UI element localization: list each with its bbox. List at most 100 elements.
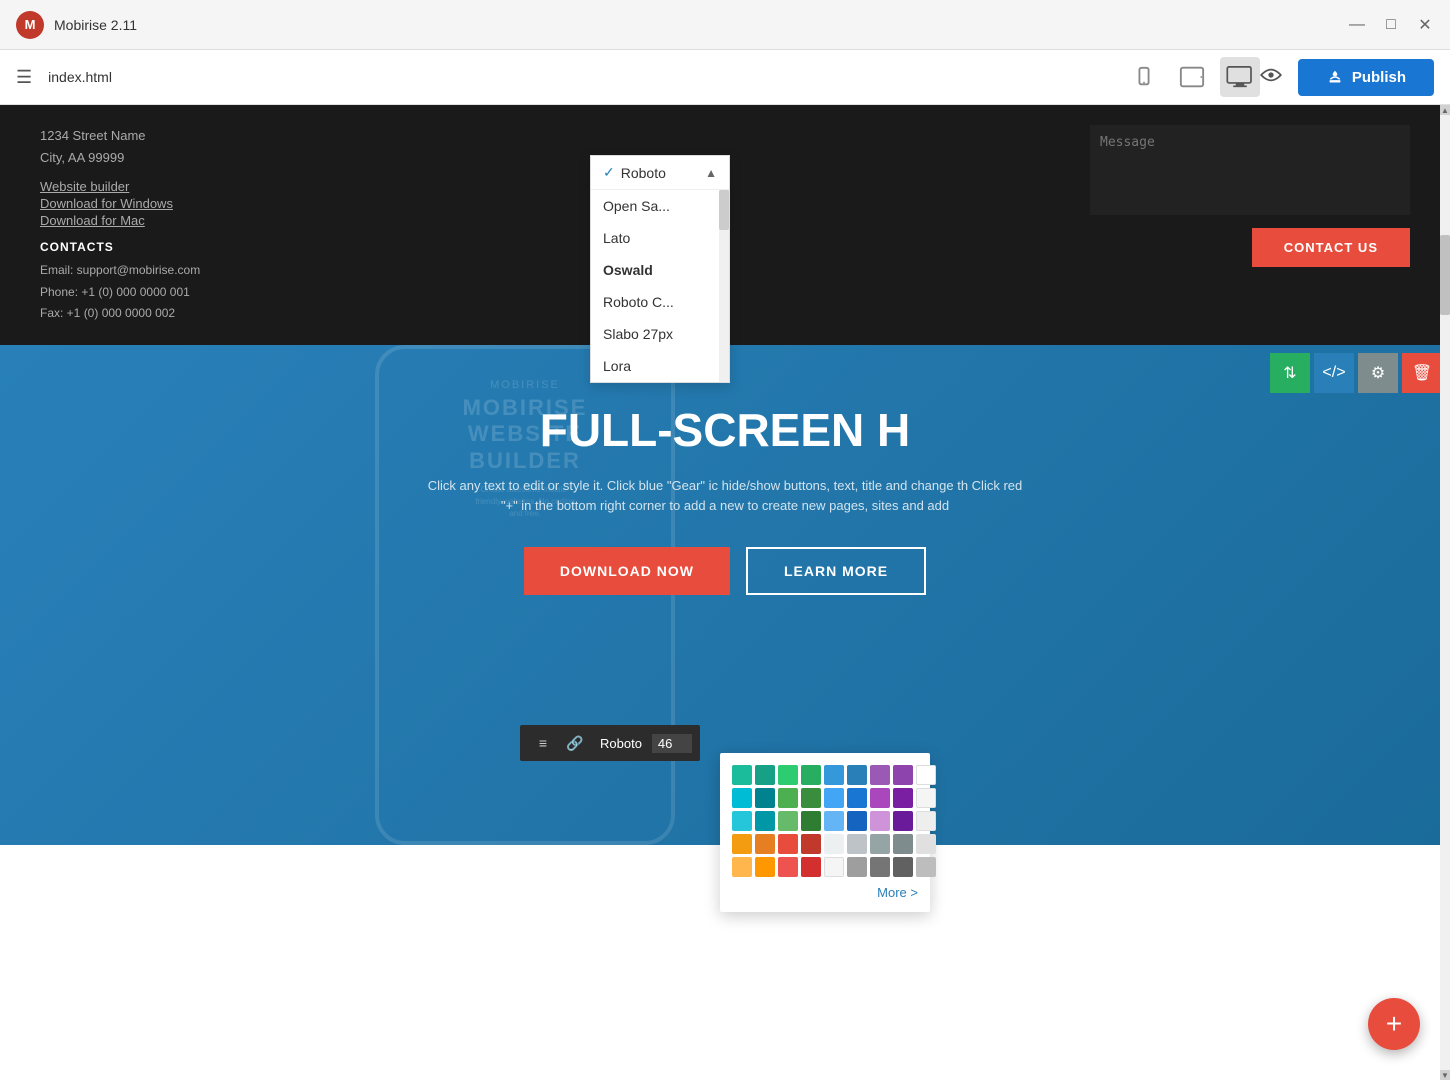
font-option-roboto-condensed[interactable]: Roboto C... xyxy=(591,286,729,318)
color-swatch[interactable] xyxy=(893,811,913,831)
color-swatch[interactable] xyxy=(847,857,867,877)
color-swatch[interactable] xyxy=(801,834,821,854)
scrollbar-thumb[interactable] xyxy=(1440,235,1450,315)
main-toolbar: ☰ index.html Publish xyxy=(0,50,1450,105)
desktop-view-button[interactable] xyxy=(1220,57,1260,97)
color-swatch[interactable] xyxy=(732,788,752,808)
font-size-input[interactable] xyxy=(652,734,692,753)
color-swatch[interactable] xyxy=(870,811,890,831)
color-swatch[interactable] xyxy=(893,788,913,808)
preview-area: ▲ ▼ 1234 Street Name City, AA 99999 Webs… xyxy=(0,105,1450,1080)
delete-section-button[interactable]: 🗑 xyxy=(1402,353,1442,393)
hamburger-menu-icon[interactable]: ☰ xyxy=(16,67,32,88)
color-swatch[interactable] xyxy=(847,788,867,808)
font-list-scrollthumb[interactable] xyxy=(719,190,729,230)
color-swatch[interactable] xyxy=(847,834,867,854)
app-icon: M xyxy=(16,11,44,39)
color-swatch[interactable] xyxy=(916,788,936,808)
download-now-button[interactable]: DOWNLOAD NOW xyxy=(524,547,730,595)
text-align-button[interactable]: ≡ xyxy=(528,729,558,757)
color-swatch[interactable] xyxy=(801,765,821,785)
move-section-button[interactable]: ⇅ xyxy=(1270,353,1310,393)
minimize-button[interactable]: — xyxy=(1348,16,1366,34)
font-dropdown: ✓ Roboto ▲ Open Sa... Lato Oswald Roboto… xyxy=(590,155,730,383)
color-swatch[interactable] xyxy=(916,834,936,854)
contact-us-button[interactable]: CONTACT US xyxy=(1252,228,1410,267)
insert-link-button[interactable]: 🔗 xyxy=(560,729,590,757)
color-swatch[interactable] xyxy=(801,857,821,877)
color-swatch[interactable] xyxy=(801,811,821,831)
color-swatch[interactable] xyxy=(824,765,844,785)
footer-address-col: 1234 Street Name City, AA 99999 Website … xyxy=(40,125,200,325)
color-picker: More > xyxy=(720,753,930,912)
footer-links: Website builder Download for Windows Dow… xyxy=(40,179,200,228)
color-swatch[interactable] xyxy=(824,857,844,877)
scroll-up-arrow[interactable]: ▲ xyxy=(1440,105,1450,115)
selected-font-name: Roboto xyxy=(621,165,666,181)
font-option-open-sans[interactable]: Open Sa... xyxy=(591,190,729,222)
color-swatch[interactable] xyxy=(870,788,890,808)
selected-font-display: ✓ Roboto xyxy=(603,164,666,181)
color-swatch[interactable] xyxy=(755,788,775,808)
add-section-fab[interactable]: + xyxy=(1368,998,1420,1050)
hero-buttons: DOWNLOAD NOW LEARN MORE xyxy=(40,547,1410,595)
color-swatch[interactable] xyxy=(916,765,936,785)
color-swatch[interactable] xyxy=(732,811,752,831)
color-swatch[interactable] xyxy=(824,788,844,808)
website-builder-link[interactable]: Website builder xyxy=(40,179,200,194)
download-mac-link[interactable]: Download for Mac xyxy=(40,213,200,228)
code-section-button[interactable]: </> xyxy=(1314,353,1354,393)
color-swatch[interactable] xyxy=(732,765,752,785)
color-swatch[interactable] xyxy=(893,834,913,854)
contacts-title: CONTACTS xyxy=(40,240,200,254)
checkmark-icon: ✓ xyxy=(603,164,615,181)
color-swatch[interactable] xyxy=(824,811,844,831)
close-button[interactable]: ✕ xyxy=(1416,16,1434,34)
font-option-oswald[interactable]: Oswald xyxy=(591,254,729,286)
color-swatch[interactable] xyxy=(801,788,821,808)
color-swatch[interactable] xyxy=(870,857,890,877)
scrollbar-track[interactable]: ▲ ▼ xyxy=(1440,105,1450,1080)
color-swatch[interactable] xyxy=(893,765,913,785)
color-swatch[interactable] xyxy=(778,811,798,831)
color-swatch[interactable] xyxy=(916,857,936,877)
color-swatch[interactable] xyxy=(824,834,844,854)
color-swatch[interactable] xyxy=(870,765,890,785)
titlebar: M Mobirise 2.11 — □ ✕ xyxy=(0,0,1450,50)
font-option-lora[interactable]: Lora xyxy=(591,350,729,382)
color-swatch[interactable] xyxy=(755,857,775,877)
color-swatch[interactable] xyxy=(847,765,867,785)
tablet-view-button[interactable] xyxy=(1172,57,1212,97)
preview-button[interactable] xyxy=(1260,66,1282,89)
color-swatch[interactable] xyxy=(778,765,798,785)
hero-title[interactable]: FULL-SCREEN H xyxy=(40,405,1410,456)
text-format-bar: ≡ 🔗 Roboto xyxy=(520,725,700,761)
maximize-button[interactable]: □ xyxy=(1382,16,1400,34)
color-swatch[interactable] xyxy=(778,788,798,808)
color-swatch[interactable] xyxy=(778,857,798,877)
dropdown-up-arrow[interactable]: ▲ xyxy=(705,166,717,180)
settings-section-button[interactable]: ⚙ xyxy=(1358,353,1398,393)
color-swatch[interactable] xyxy=(893,857,913,877)
message-textarea[interactable] xyxy=(1090,125,1410,215)
font-option-slabo[interactable]: Slabo 27px xyxy=(591,318,729,350)
color-swatch[interactable] xyxy=(778,834,798,854)
hero-content: FULL-SCREEN H Click any text to edit or … xyxy=(0,345,1450,635)
download-windows-link[interactable]: Download for Windows xyxy=(40,196,200,211)
mobile-view-button[interactable] xyxy=(1124,57,1164,97)
learn-more-button[interactable]: LEARN MORE xyxy=(746,547,926,595)
color-swatch[interactable] xyxy=(755,811,775,831)
color-swatch[interactable] xyxy=(732,857,752,877)
more-colors-button[interactable]: More > xyxy=(732,885,918,900)
color-swatch[interactable] xyxy=(870,834,890,854)
color-swatch[interactable] xyxy=(732,834,752,854)
scroll-down-arrow[interactable]: ▼ xyxy=(1440,1070,1450,1080)
color-swatch[interactable] xyxy=(847,811,867,831)
publish-button[interactable]: Publish xyxy=(1298,59,1434,96)
format-font-name: Roboto xyxy=(592,736,650,751)
color-swatch[interactable] xyxy=(916,811,936,831)
color-swatch[interactable] xyxy=(755,834,775,854)
font-option-lato[interactable]: Lato xyxy=(591,222,729,254)
font-list-scrolltrack[interactable] xyxy=(719,190,729,382)
color-swatch[interactable] xyxy=(755,765,775,785)
